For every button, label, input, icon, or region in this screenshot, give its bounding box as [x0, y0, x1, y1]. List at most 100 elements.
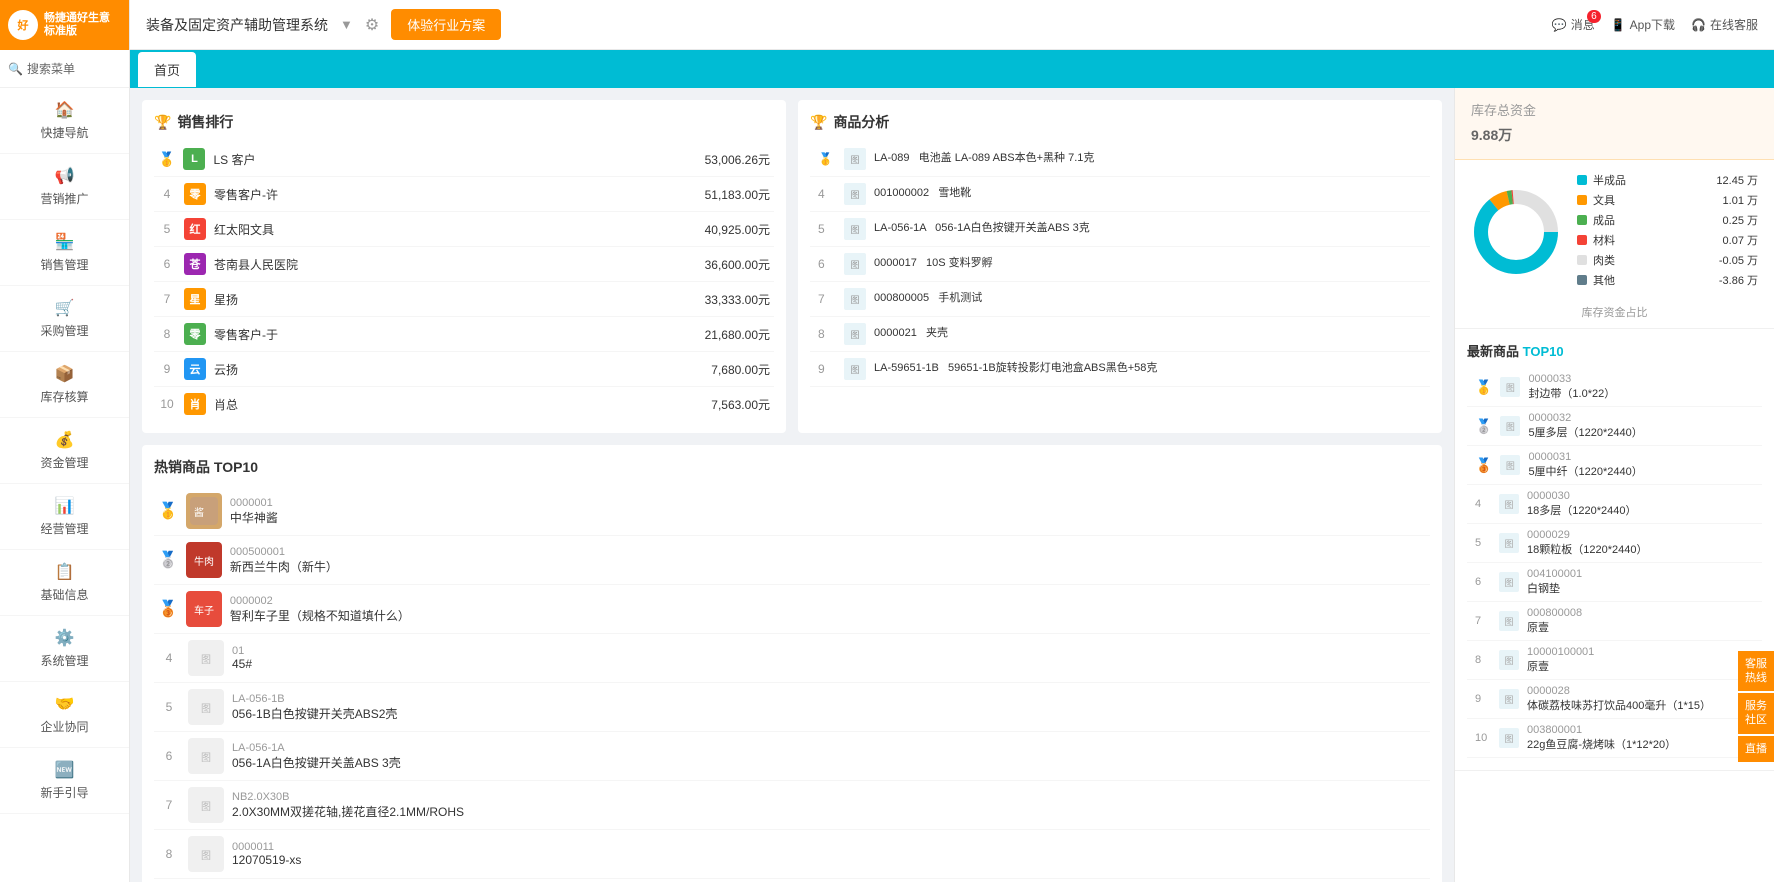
legend-color [1577, 195, 1587, 205]
sidebar-item-purchase[interactable]: 🛒 采购管理 [0, 286, 129, 352]
legend-label: 文具 [1593, 192, 1717, 208]
list-item: 🥈 图 0000032 5厘多层（1220*2440） [1467, 407, 1762, 446]
inventory-header: 库存总资金 9.88万 [1455, 88, 1774, 160]
sidebar-item-basic[interactable]: 📋 基础信息 [0, 550, 129, 616]
legend-color [1577, 235, 1587, 245]
sidebar-item-sales[interactable]: 🏪 销售管理 [0, 220, 129, 286]
sidebar-item-label: 快捷导航 [40, 124, 88, 141]
legend-value: 12.45 万 [1716, 172, 1758, 188]
sidebar-item-inventory[interactable]: 📦 库存核算 [0, 352, 129, 418]
sidebar-item-finance[interactable]: 💰 资金管理 [0, 418, 129, 484]
product-analysis-card: 🏆 商品分析 🥇 图 LA-089 电池盖 LA-089 ABS本色+黑种 7.… [798, 100, 1442, 433]
product-thumbnail: 图 [1499, 533, 1519, 553]
customer-amount: 7,563.00元 [711, 396, 770, 413]
list-item: 8 图 0000021 夹壳 [810, 317, 1430, 352]
rank-number: 9 [1475, 693, 1491, 705]
list-item: 🥉 图 0000031 5厘中纤（1220*2440） [1467, 446, 1762, 485]
svg-text:车子: 车子 [194, 604, 214, 617]
product-thumbnail: 图 [1499, 494, 1519, 514]
list-item: 4 图 001000002 雪地靴 [810, 177, 1430, 212]
product-name: 45# [232, 657, 252, 671]
legend-item: 肉类 -0.05 万 [1577, 252, 1758, 268]
product-thumbnail: 图 [1499, 650, 1519, 670]
customer-amount: 21,680.00元 [705, 326, 770, 343]
list-item: 7 星 星扬 33,333.00元 [154, 282, 774, 317]
legend-label: 材料 [1593, 232, 1717, 248]
product-thumbnail: 图 [188, 738, 224, 774]
search-menu-button[interactable]: 🔍 搜索菜单 [8, 58, 121, 79]
list-item: 🥇 图 0000033 封边带（1.0*22） [1467, 368, 1762, 407]
legend-label: 肉类 [1593, 252, 1713, 268]
customer-name: 苍南县人民医院 [214, 256, 697, 273]
list-item: 6 图 0000017 10S 变料罗孵 [810, 247, 1430, 282]
gold-medal-icon: 🥇 [158, 151, 175, 168]
app-logo: 好 畅捷通好生意 标准版 [0, 0, 129, 50]
svg-text:牛肉: 牛肉 [194, 555, 214, 568]
customer-service-button[interactable]: 客服热线 [1738, 651, 1774, 692]
float-service: 客服热线 服务社区 直播 [1738, 651, 1774, 762]
message-button[interactable]: 💬 消息 6 [1552, 16, 1595, 33]
product-thumbnail: 图 [844, 358, 866, 380]
sidebar-item-marketing[interactable]: 📢 营销推广 [0, 154, 129, 220]
product-thumbnail: 图 [844, 183, 866, 205]
sidebar-item-guide[interactable]: 🆕 新手引导 [0, 748, 129, 814]
sidebar-item-label: 系统管理 [40, 652, 88, 669]
list-item: 10 肖 肖总 7,563.00元 [154, 387, 774, 421]
list-item: 4 零 零售客户-许 51,183.00元 [154, 177, 774, 212]
sidebar-item-operations[interactable]: 📊 经营管理 [0, 484, 129, 550]
gold-medal-icon: 🥇 [1475, 379, 1492, 396]
legend-item: 半成品 12.45 万 [1577, 172, 1758, 188]
trial-button[interactable]: 体验行业方案 [391, 9, 501, 40]
dropdown-arrow-icon[interactable]: ▼ [340, 17, 353, 32]
guide-icon: 🆕 [55, 760, 75, 780]
product-name: 0000021 夹壳 [874, 326, 1422, 341]
rank-number: 8 [818, 327, 836, 341]
service-community-button[interactable]: 服务社区 [1738, 693, 1774, 734]
product-name: 056-1A白色按键开关盖ABS 3壳 [232, 754, 401, 771]
legend-value: 0.25 万 [1723, 212, 1758, 228]
app-sub: 标准版 [44, 25, 110, 38]
sidebar-item-quick-nav[interactable]: 🏠 快捷导航 [0, 88, 129, 154]
purchase-icon: 🛒 [55, 298, 75, 318]
list-item: 4 图 0000030 18多层（1220*2440） [1467, 485, 1762, 524]
product-code: 004100001 [1527, 568, 1582, 580]
tab-home[interactable]: 首页 [138, 52, 196, 87]
legend-value: -0.05 万 [1719, 252, 1758, 268]
product-name: 原壹 [1527, 619, 1582, 635]
product-thumbnail: 车子 [186, 591, 222, 627]
product-thumbnail: 图 [188, 787, 224, 823]
right-panel: 库存总资金 9.88万 [1454, 88, 1774, 882]
product-thumbnail: 图 [1499, 728, 1519, 748]
list-item: 🥈 牛肉 000500001 新西兰牛肉（新牛） [154, 536, 1430, 585]
product-name: LA-056-1A 056-1A白色按键开关盖ABS 3克 [874, 221, 1422, 236]
list-item: 9 图 LA-59651-1B 59651-1B旋转投影灯电池盒ABS黑色+58… [810, 352, 1430, 387]
list-item: 5 图 0000029 18颗粒板（1220*2440） [1467, 524, 1762, 563]
settings-gear-icon[interactable]: ⚙ [365, 15, 379, 35]
main-area: 装备及固定资产辅助管理系统 ▼ ⚙ 体验行业方案 💬 消息 6 📱 App下载 … [130, 0, 1774, 882]
product-name: 封边带（1.0*22） [1528, 385, 1615, 401]
list-item: 🥉 车子 0000002 智利车子里（规格不知道填什么） [154, 585, 1430, 634]
content-main: 🏆 销售排行 🥇 L LS 客户 53,006.26元 4 零 零售客户 [130, 88, 1454, 882]
legend-color [1577, 275, 1587, 285]
customer-name: 云扬 [214, 361, 703, 378]
product-thumbnail: 图 [844, 323, 866, 345]
app-name: 畅捷通好生意 [44, 12, 110, 25]
product-thumbnail: 酱 [186, 493, 222, 529]
product-code: 0000031 [1528, 451, 1642, 463]
rank-number: 7 [818, 292, 836, 306]
rank-number: 6 [158, 749, 180, 763]
product-code: 0000032 [1528, 412, 1642, 424]
product-code: 0000033 [1528, 373, 1615, 385]
online-service-button[interactable]: 🎧 在线客服 [1691, 16, 1758, 33]
live-stream-button[interactable]: 直播 [1738, 736, 1774, 762]
message-badge: 6 [1587, 10, 1601, 23]
list-item: 5 图 LA-056-1B 056-1B白色按键开关壳ABS2壳 [154, 683, 1430, 732]
sidebar-item-enterprise[interactable]: 🤝 企业协同 [0, 682, 129, 748]
sidebar-item-system[interactable]: ⚙️ 系统管理 [0, 616, 129, 682]
app-download-button[interactable]: 📱 App下载 [1611, 16, 1675, 33]
legend-value: 1.01 万 [1723, 192, 1758, 208]
list-item: 4 图 01 45# [154, 634, 1430, 683]
bronze-medal-icon: 🥉 [1475, 457, 1492, 474]
legend-color [1577, 255, 1587, 265]
product-name: 白钢垫 [1527, 580, 1582, 596]
